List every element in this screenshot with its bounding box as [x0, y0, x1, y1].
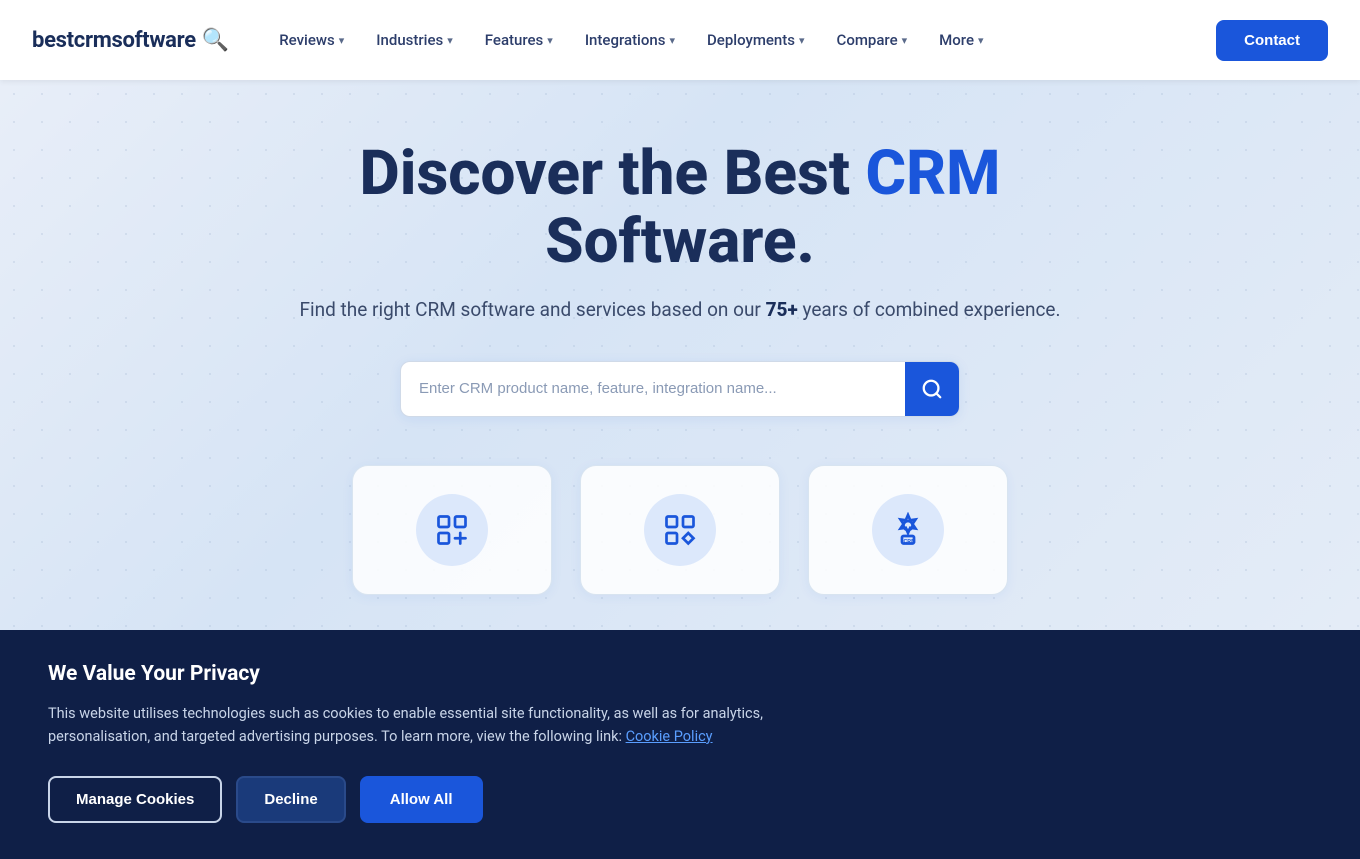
features-icon — [662, 512, 698, 548]
nav-item-reviews[interactable]: Reviews ▾ — [265, 23, 358, 57]
nav-item-compare[interactable]: Compare ▾ — [823, 23, 922, 57]
decline-button[interactable]: Decline — [236, 776, 345, 823]
chevron-down-icon: ▾ — [339, 34, 345, 47]
hero-content: Discover the Best CRM Software. Find the… — [230, 140, 1130, 595]
chevron-down-icon: ▾ — [799, 34, 805, 47]
brand-name: bestcrmsoftware — [32, 28, 196, 53]
manage-cookies-button[interactable]: Manage Cookies — [48, 776, 222, 823]
logo-icon: 🔍 — [202, 28, 229, 53]
chevron-down-icon: ▾ — [669, 34, 675, 47]
nav-item-more[interactable]: More ▾ — [925, 23, 997, 57]
logo[interactable]: bestcrmsoftware 🔍 — [32, 28, 229, 53]
cookie-policy-link[interactable]: Cookie Policy — [626, 728, 713, 745]
nav-links: Reviews ▾ Industries ▾ Features ▾ Integr… — [265, 23, 1216, 57]
contact-button[interactable]: Contact — [1216, 20, 1328, 61]
hero-subtitle: Find the right CRM software and services… — [230, 296, 1130, 325]
search-button[interactable] — [905, 362, 959, 416]
cookie-text: This website utilises technologies such … — [48, 702, 828, 748]
chevron-down-icon: ▾ — [447, 34, 453, 47]
feature-cards-row: CRM — [230, 465, 1130, 595]
hero-title: Discover the Best CRM Software. — [230, 140, 1130, 276]
nav-item-deployments[interactable]: Deployments ▾ — [693, 23, 819, 57]
card-icon-wrap: CRM — [872, 494, 944, 566]
search-icon — [921, 378, 943, 400]
cookie-banner: We Value Your Privacy This website utili… — [0, 630, 1360, 859]
chevron-down-icon: ▾ — [902, 34, 908, 47]
navigation: bestcrmsoftware 🔍 Reviews ▾ Industries ▾… — [0, 0, 1360, 80]
integrations-icon — [434, 512, 470, 548]
chevron-down-icon: ▾ — [547, 34, 553, 47]
crm-settings-icon: CRM — [890, 512, 926, 548]
nav-item-features[interactable]: Features ▾ — [471, 23, 567, 57]
card-icon-wrap — [416, 494, 488, 566]
hero-section: Discover the Best CRM Software. Find the… — [0, 80, 1360, 635]
nav-item-integrations[interactable]: Integrations ▾ — [571, 23, 689, 57]
nav-item-industries[interactable]: Industries ▾ — [362, 23, 467, 57]
search-input[interactable] — [401, 364, 905, 413]
allow-all-button[interactable]: Allow All — [360, 776, 483, 823]
search-bar — [400, 361, 960, 417]
cookie-title: We Value Your Privacy — [48, 662, 1312, 686]
card-icon-wrap — [644, 494, 716, 566]
card-crm-settings[interactable]: CRM — [808, 465, 1008, 595]
chevron-down-icon: ▾ — [978, 34, 984, 47]
card-features[interactable] — [580, 465, 780, 595]
svg-text:CRM: CRM — [904, 539, 917, 545]
card-integrations[interactable] — [352, 465, 552, 595]
cookie-buttons: Manage Cookies Decline Allow All — [48, 776, 1312, 823]
